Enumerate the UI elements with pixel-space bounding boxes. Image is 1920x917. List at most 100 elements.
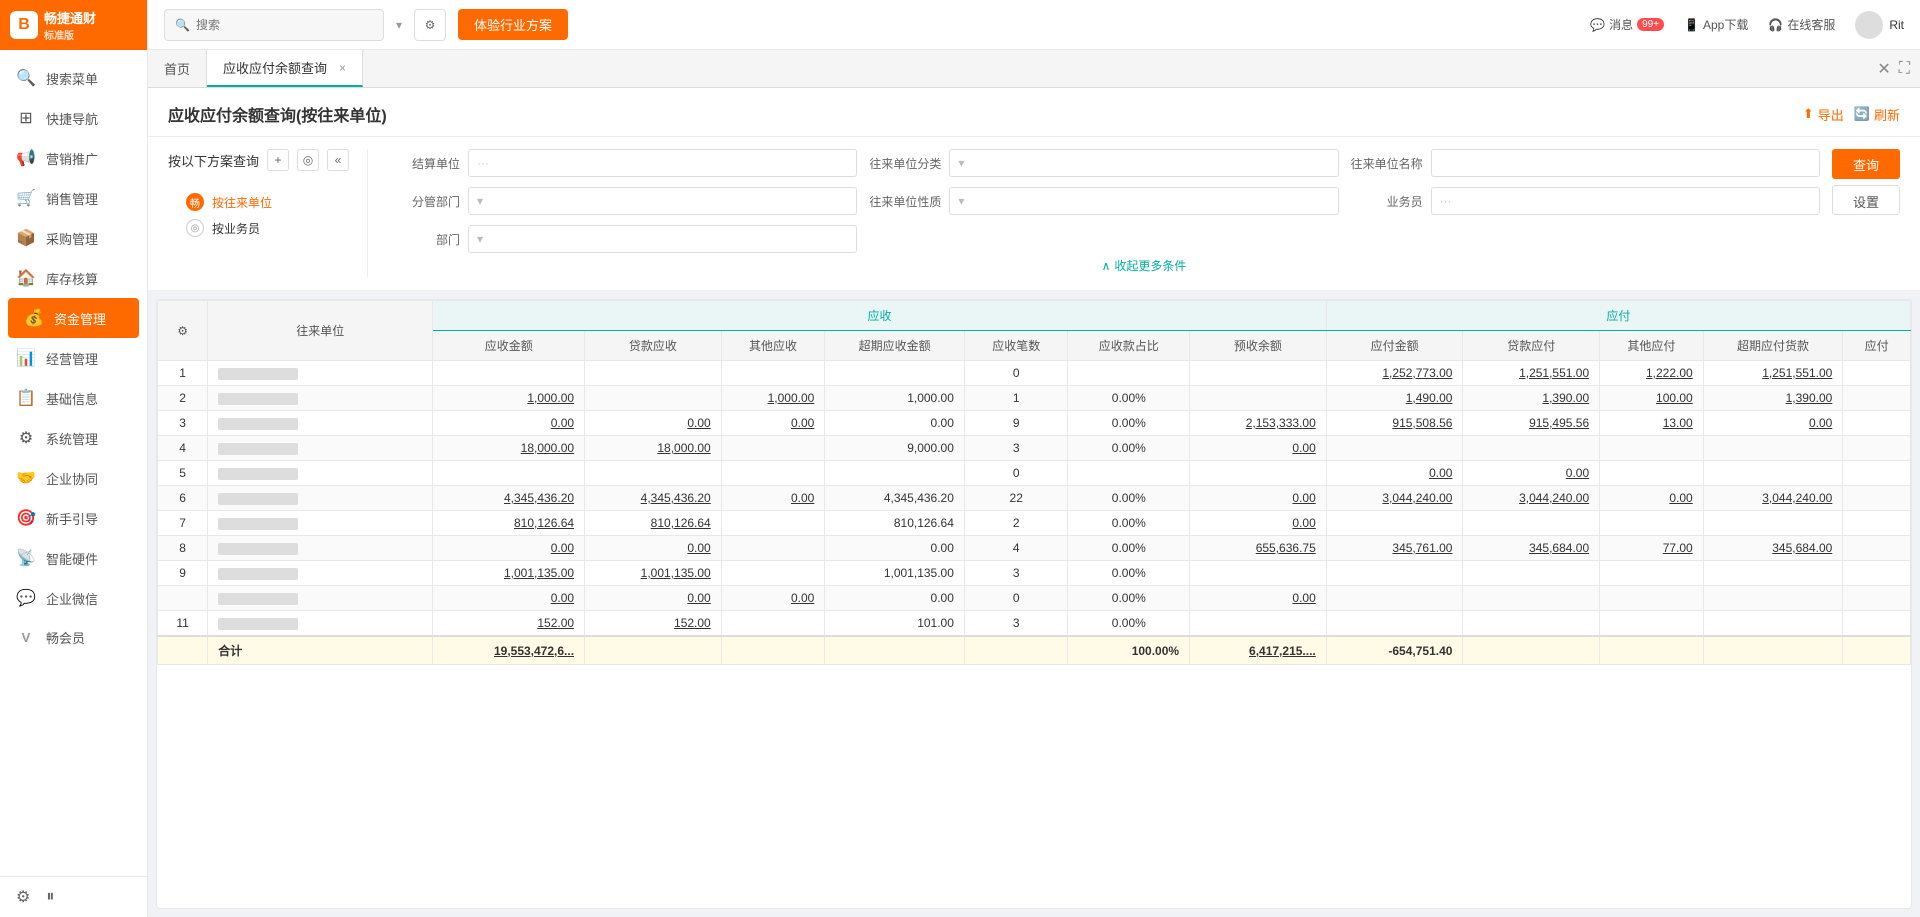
- settlement-unit-input[interactable]: ···: [468, 149, 857, 177]
- filter-layout: 按以下方案查询 + ◎ « 畅 按往来单位 ◎ 按业务员: [168, 149, 1900, 278]
- sidebar-item-basic[interactable]: 📋 基础信息: [0, 378, 147, 418]
- table-row: 7810,126.64810,126.64810,126.6420.00%0.0…: [158, 511, 1911, 536]
- table-row: 21,000.001,000.001,000.0010.00%1,490.001…: [158, 386, 1911, 411]
- topbar-search-box[interactable]: 🔍: [164, 9, 384, 41]
- scheme-selector: 畅 按往来单位 ◎ 按业务员: [168, 183, 367, 251]
- sales-icon: 🛒: [16, 188, 36, 208]
- sidebar-item-system[interactable]: ⚙ 系统管理: [0, 418, 147, 458]
- tab-home[interactable]: 首页: [148, 50, 207, 87]
- total-ar-prepaid[interactable]: 6,417,215....: [1190, 636, 1327, 665]
- sidebar-item-guide[interactable]: 🎯 新手引导: [0, 498, 147, 538]
- total-ap-other: [1600, 636, 1704, 665]
- edit-scheme-button[interactable]: ◎: [297, 149, 319, 171]
- cooperation-icon: 🤝: [16, 468, 36, 488]
- table-row: 500.000.00: [158, 461, 1911, 486]
- dept-managed-input[interactable]: ▾: [468, 187, 857, 215]
- table-row: 64,345,436.204,345,436.200.004,345,436.2…: [158, 486, 1911, 511]
- dept-input[interactable]: ▾: [468, 225, 857, 253]
- sidebar-item-sales[interactable]: 🛒 销售管理: [0, 178, 147, 218]
- collapse-filter-button[interactable]: ∧ 收起更多条件: [388, 253, 1900, 278]
- sidebar-item-finance[interactable]: 💰 资金管理: [8, 298, 139, 338]
- topbar-right: 💬 消息 99+ 📱 App下载 🎧 在线客服 Rit: [1590, 11, 1904, 39]
- gear-button[interactable]: ⚙: [414, 9, 446, 41]
- sidebar-item-hardware[interactable]: 📡 智能硬件: [0, 538, 147, 578]
- refresh-button[interactable]: 🔄 刷新: [1854, 105, 1900, 124]
- avatar-image: [1855, 11, 1883, 39]
- sidebar-item-operations[interactable]: 📊 经营管理: [0, 338, 147, 378]
- tab-close-icon[interactable]: ×: [339, 61, 346, 75]
- field-partner-category: 往来单位分类 ▾: [869, 149, 1338, 177]
- th-settings[interactable]: ⚙: [158, 301, 208, 361]
- chevron-down-icon: ▾: [958, 156, 964, 170]
- purchase-icon: 📦: [16, 228, 36, 248]
- scheme-salesperson-label: 按业务员: [212, 220, 260, 237]
- partner-name-input[interactable]: [1431, 149, 1820, 177]
- settings-bottom-icon[interactable]: ⚙: [16, 887, 30, 907]
- add-scheme-button[interactable]: +: [267, 149, 289, 171]
- sidebar-item-inventory[interactable]: 🏠 库存核算: [0, 258, 147, 298]
- sidebar-label-inventory: 库存核算: [46, 269, 98, 288]
- field-partner-name: 往来单位名称: [1351, 149, 1820, 177]
- chevron-down-icon2: ▾: [477, 194, 483, 208]
- sidebar-item-marketing[interactable]: 📢 营销推广: [0, 138, 147, 178]
- sidebar-item-cooperation[interactable]: 🤝 企业协同: [0, 458, 147, 498]
- sidebar-label-system: 系统管理: [46, 429, 98, 448]
- user-avatar[interactable]: Rit: [1855, 11, 1904, 39]
- sidebar-label-hardware: 智能硬件: [46, 549, 98, 568]
- sidebar-label-cooperation: 企业协同: [46, 469, 98, 488]
- scheme-partner-icon: 畅: [186, 193, 204, 211]
- search-input[interactable]: [196, 18, 356, 32]
- settlement-unit-label: 结算单位: [388, 155, 460, 172]
- tab-ar-query[interactable]: 应收应付余额查询 ×: [207, 50, 363, 87]
- total-label-cell: 合计: [208, 636, 433, 665]
- settings-button[interactable]: 设置: [1832, 185, 1900, 215]
- collapse-sidebar-icon[interactable]: ⏸: [46, 888, 54, 906]
- sidebar-label-wechat: 企业微信: [46, 589, 98, 608]
- topbar: 🔍 ▾ ⚙ 体验行业方案 💬 消息 99+ 📱 App下载 🎧 在线客服 Rit: [148, 0, 1920, 50]
- sidebar-item-quicknav[interactable]: ⊞ 快捷导航: [0, 98, 147, 138]
- message-button[interactable]: 💬 消息 99+: [1590, 16, 1664, 33]
- tab-bar: 首页 应收应付余额查询 × ✕ ⛶: [148, 50, 1920, 88]
- app-download-button[interactable]: 📱 App下载: [1684, 16, 1748, 33]
- scheme-option-partner[interactable]: 畅 按往来单位: [178, 189, 367, 215]
- close-window-icon[interactable]: ✕: [1877, 59, 1890, 79]
- query-button[interactable]: 查询: [1832, 149, 1900, 179]
- dept-label: 部门: [388, 231, 460, 248]
- total-ap-amount: -654,751.40: [1326, 636, 1463, 665]
- sidebar: B 畅捷通财 标准版 🔍 搜索菜单 ⊞ 快捷导航 📢 营销推广 🛒 销售管理 📦…: [0, 0, 148, 917]
- search-icon: 🔍: [16, 68, 36, 88]
- online-service-button[interactable]: 🎧 在线客服: [1768, 16, 1835, 33]
- total-ar-loan: [585, 636, 722, 665]
- sidebar-label-search: 搜索菜单: [46, 69, 98, 88]
- sidebar-item-purchase[interactable]: 📦 采购管理: [0, 218, 147, 258]
- partner-category-input[interactable]: ▾: [949, 149, 1338, 177]
- app-logo: B 畅捷通财 标准版: [0, 0, 147, 50]
- collapse-scheme-button[interactable]: «: [327, 149, 349, 171]
- refresh-label: 刷新: [1874, 105, 1900, 124]
- total-ar-other: [721, 636, 825, 665]
- th-ap-other: 其他应付: [1600, 331, 1704, 361]
- export-button[interactable]: ⬆ 导出: [1803, 105, 1844, 124]
- salesperson-input[interactable]: ···: [1431, 187, 1820, 215]
- export-label: 导出: [1818, 105, 1844, 124]
- filter-row-3: 部门 ▾: [388, 225, 1820, 253]
- sidebar-label-basic: 基础信息: [46, 389, 98, 408]
- inventory-icon: 🏠: [16, 268, 36, 288]
- sidebar-item-wechat[interactable]: 💬 企业微信: [0, 578, 147, 618]
- collapse-label: 收起更多条件: [1114, 257, 1186, 274]
- partner-nature-input[interactable]: ▾: [949, 187, 1338, 215]
- total-ar-amount[interactable]: 19,553,472,6...: [433, 636, 585, 665]
- sidebar-item-search[interactable]: 🔍 搜索菜单: [0, 58, 147, 98]
- expand-window-icon[interactable]: ⛶: [1899, 60, 1910, 78]
- th-ar-overdue: 超期应收金额: [825, 331, 965, 361]
- chevron-down-icon[interactable]: ▾: [396, 18, 402, 32]
- search-icon: 🔍: [175, 18, 190, 32]
- solution-button[interactable]: 体验行业方案: [458, 9, 568, 40]
- marketing-icon: 📢: [16, 148, 36, 168]
- sidebar-item-member[interactable]: V 畅会员: [0, 618, 147, 657]
- table-row: 91,001,135.001,001,135.001,001,135.0030.…: [158, 561, 1911, 586]
- total-ar-ratio: 100.00%: [1068, 636, 1190, 665]
- scheme-option-salesperson[interactable]: ◎ 按业务员: [178, 215, 367, 241]
- th-ar-loan: 贷款应收: [585, 331, 722, 361]
- hardware-icon: 📡: [16, 548, 36, 568]
